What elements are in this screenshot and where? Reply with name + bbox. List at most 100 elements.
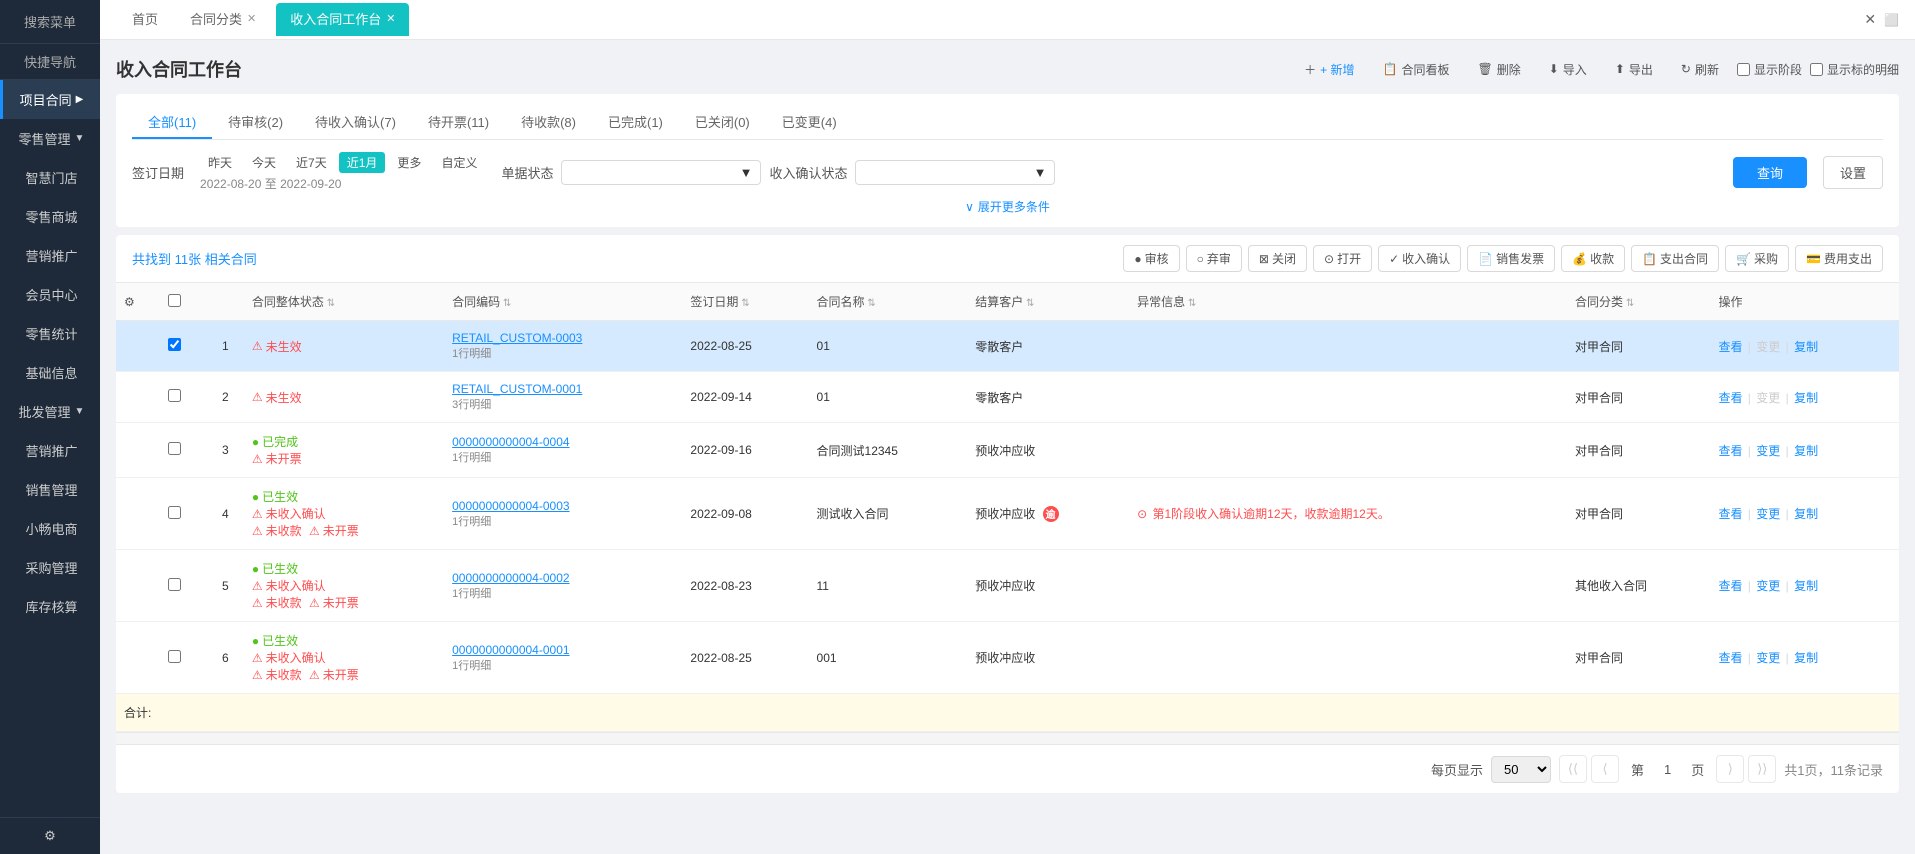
cell-checkbox[interactable] <box>160 622 207 694</box>
contract-board-button[interactable]: 📋 合同看板 <box>1373 57 1460 82</box>
sidebar-item-wholesale[interactable]: 批发管理 ▼ <box>0 392 100 431</box>
th-contract-name[interactable]: 合同名称 <box>809 283 968 321</box>
close-contract-button[interactable]: ⊠ 关闭 <box>1248 245 1307 272</box>
filter-settings-button[interactable]: 设置 <box>1823 156 1883 189</box>
tab-income-workbench[interactable]: 收入合同工作台 ✕ <box>276 3 409 36</box>
doc-status-select[interactable]: ▼ <box>561 160 761 185</box>
filter-tab-pending-review[interactable]: 待审核(2) <box>212 106 299 139</box>
abandon-button[interactable]: ○ 弃审 <box>1186 245 1242 272</box>
cell-row-expand[interactable] <box>116 478 160 550</box>
next-page-button[interactable]: ⟩ <box>1716 755 1744 783</box>
first-page-button[interactable]: ⟨⟨ <box>1559 755 1587 783</box>
date-btn-last7[interactable]: 近7天 <box>288 152 335 173</box>
contract-code-link[interactable]: 0000000000004-0002 <box>452 571 569 585</box>
export-button[interactable]: ⬆ 导出 <box>1605 57 1663 82</box>
change-link[interactable]: 变更 <box>1756 444 1780 458</box>
sidebar-item-sales-mgmt[interactable]: 销售管理 <box>0 470 100 509</box>
close-icon2[interactable]: ✕ <box>386 12 395 25</box>
filter-tab-changed[interactable]: 已变更(4) <box>766 106 853 139</box>
date-btn-yesterday[interactable]: 昨天 <box>200 152 240 173</box>
contract-code-link[interactable]: 0000000000004-0004 <box>452 435 569 449</box>
copy-link[interactable]: 复制 <box>1794 579 1818 593</box>
view-link[interactable]: 查看 <box>1718 444 1742 458</box>
cell-row-expand[interactable] <box>116 550 160 622</box>
view-link[interactable]: 查看 <box>1718 579 1742 593</box>
query-button[interactable]: 查询 <box>1733 157 1807 188</box>
sidebar-item-base-info[interactable]: 基础信息 <box>0 353 100 392</box>
view-link[interactable]: 查看 <box>1718 340 1742 354</box>
th-exception-info[interactable]: 异常信息 <box>1129 283 1567 321</box>
copy-link[interactable]: 复制 <box>1794 651 1818 665</box>
refresh-button[interactable]: ↻ 刷新 <box>1671 57 1729 82</box>
th-contract-status[interactable]: 合同整体状态 <box>244 283 444 321</box>
contract-code-link[interactable]: 0000000000004-0001 <box>452 643 569 657</box>
filter-tab-pending-invoice[interactable]: 待开票(11) <box>412 106 505 139</box>
row-checkbox[interactable] <box>168 506 181 519</box>
sidebar-item-retail-stats[interactable]: 零售统计 <box>0 314 100 353</box>
change-link[interactable]: 变更 <box>1756 391 1780 405</box>
per-page-select[interactable]: 50 10 20 100 <box>1491 756 1551 783</box>
sidebar-item-marketing2[interactable]: 营销推广 <box>0 431 100 470</box>
th-contract-code[interactable]: 合同编码 <box>444 283 682 321</box>
prev-page-button[interactable]: ⟨ <box>1591 755 1619 783</box>
th-settings[interactable]: ⚙ <box>116 283 160 321</box>
row-checkbox[interactable] <box>168 578 181 591</box>
sidebar-item-smart-store[interactable]: 智慧门店 <box>0 158 100 197</box>
sidebar-nav[interactable]: 快捷导航 <box>0 44 100 80</box>
sidebar-item-xiaochange[interactable]: 小畅电商 <box>0 509 100 548</box>
close-icon[interactable]: ✕ <box>247 12 256 25</box>
contract-code-link[interactable]: RETAIL_CUSTOM-0003 <box>452 331 582 345</box>
cell-row-expand[interactable] <box>116 372 160 423</box>
cell-row-expand[interactable] <box>116 423 160 478</box>
expenditure-button[interactable]: 📋 支出合同 <box>1631 245 1719 272</box>
date-btn-more[interactable]: 更多 <box>389 152 429 173</box>
cell-checkbox[interactable] <box>160 423 207 478</box>
maximize-window-icon[interactable]: ⬜ <box>1884 13 1899 27</box>
date-btn-today[interactable]: 今天 <box>244 152 284 173</box>
copy-link[interactable]: 复制 <box>1794 391 1818 405</box>
sidebar-item-retail-commerce[interactable]: 零售商城 <box>0 197 100 236</box>
date-btn-last1month[interactable]: 近1月 <box>339 152 386 173</box>
select-all-checkbox[interactable] <box>168 294 181 307</box>
sidebar-item-project[interactable]: 项目合同 ▶ <box>0 80 100 119</box>
expand-more-btn[interactable]: ∨ 展开更多条件 <box>132 198 1883 215</box>
sidebar-item-inventory[interactable]: 库存核算 <box>0 587 100 626</box>
cell-checkbox[interactable] <box>160 550 207 622</box>
new-button[interactable]: ＋ + 新增 <box>1294 57 1364 82</box>
sidebar-item-purchase[interactable]: 采购管理 <box>0 548 100 587</box>
change-link[interactable]: 变更 <box>1756 651 1780 665</box>
copy-link[interactable]: 复制 <box>1794 444 1818 458</box>
income-confirm-select[interactable]: ▼ <box>855 160 1055 185</box>
sales-invoice-button[interactable]: 📄 销售发票 <box>1467 245 1555 272</box>
filter-tab-pending-confirm[interactable]: 待收入确认(7) <box>299 106 412 139</box>
cell-checkbox[interactable] <box>160 372 207 423</box>
row-checkbox[interactable] <box>168 338 181 351</box>
th-contract-category[interactable]: 合同分类 <box>1567 283 1710 321</box>
purchase-button[interactable]: 🛒 采购 <box>1725 245 1789 272</box>
last-page-button[interactable]: ⟩⟩ <box>1748 755 1776 783</box>
show-stage-detail-checkbox[interactable] <box>1810 63 1823 76</box>
view-link[interactable]: 查看 <box>1718 507 1742 521</box>
import-button[interactable]: ⬇ 导入 <box>1539 57 1597 82</box>
th-sign-date[interactable]: 签订日期 <box>682 283 808 321</box>
date-btn-custom[interactable]: 自定义 <box>433 152 485 173</box>
close-window-icon[interactable]: ✕ <box>1864 11 1876 28</box>
audit-button[interactable]: ● 审核 <box>1123 245 1179 272</box>
open-contract-button[interactable]: ⊙ 打开 <box>1313 245 1372 272</box>
copy-link[interactable]: 复制 <box>1794 507 1818 521</box>
income-confirm-button[interactable]: ✓ 收入确认 <box>1378 245 1461 272</box>
row-checkbox[interactable] <box>168 442 181 455</box>
contract-code-link[interactable]: 0000000000004-0003 <box>452 499 569 513</box>
view-link[interactable]: 查看 <box>1718 651 1742 665</box>
tab-home[interactable]: 首页 <box>116 1 174 38</box>
receipt-button[interactable]: 💰 收款 <box>1561 245 1625 272</box>
sidebar-item-marketing[interactable]: 营销推广 <box>0 236 100 275</box>
change-link[interactable]: 变更 <box>1756 579 1780 593</box>
cell-row-expand[interactable] <box>116 321 160 372</box>
sidebar-settings[interactable]: ⚙ <box>0 817 100 854</box>
sidebar-item-retail-mgmt[interactable]: 零售管理 ▼ <box>0 119 100 158</box>
show-stage-checkbox[interactable] <box>1737 63 1750 76</box>
delete-button[interactable]: 🗑 删除 <box>1467 57 1530 82</box>
view-link[interactable]: 查看 <box>1718 391 1742 405</box>
change-link[interactable]: 变更 <box>1756 340 1780 354</box>
